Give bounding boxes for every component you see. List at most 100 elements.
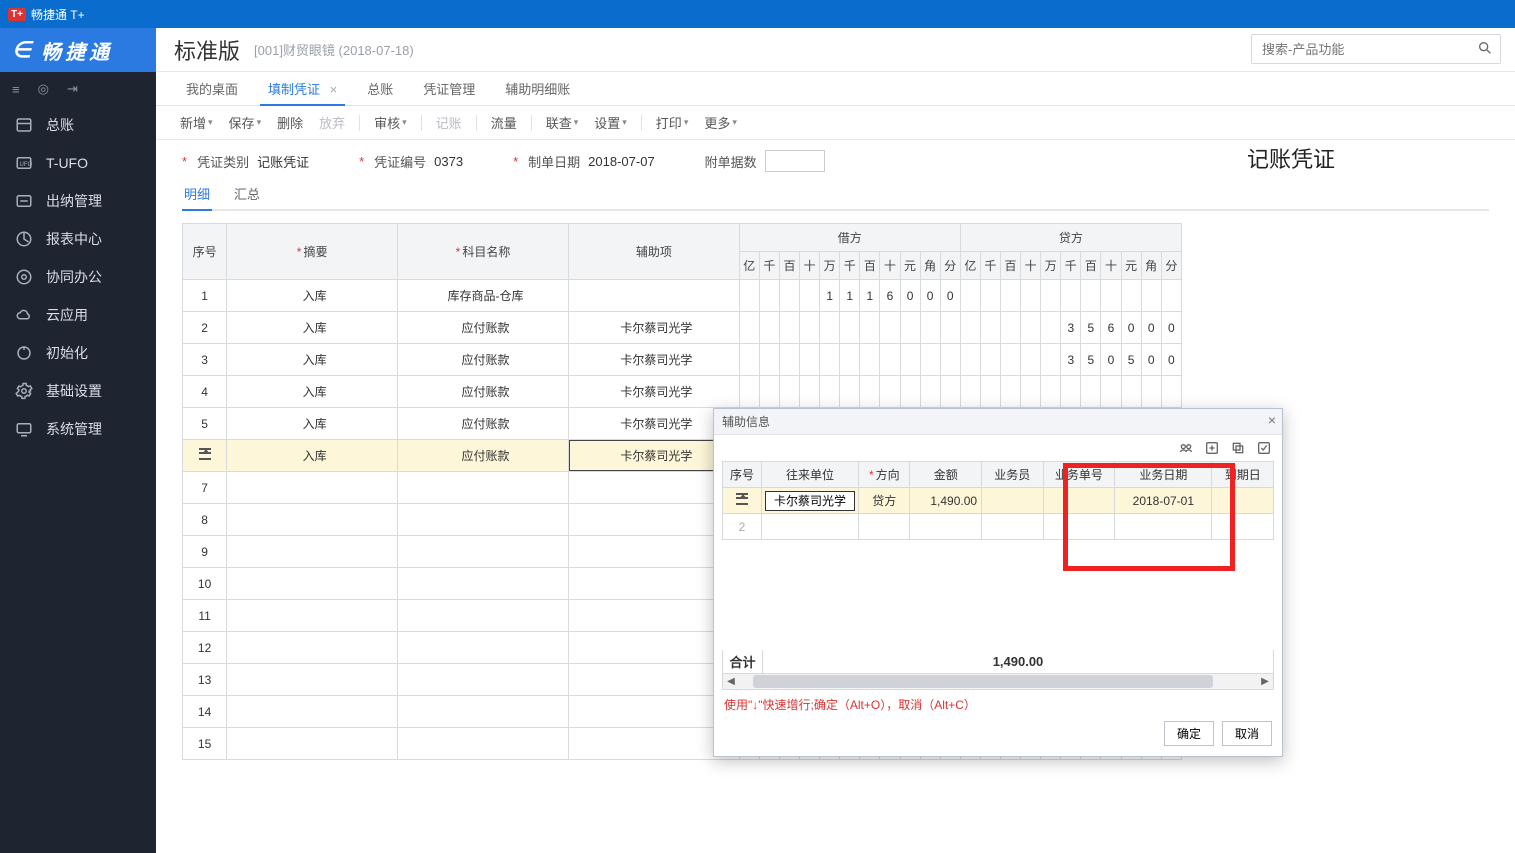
cell-credit-digit[interactable] (980, 280, 1000, 312)
cell-credit-digit[interactable] (1081, 280, 1101, 312)
cell-debit-digit[interactable] (739, 312, 759, 344)
tab-voucher-mgmt[interactable]: 凭证管理 (411, 71, 487, 105)
dialog-title-bar[interactable]: 辅助信息 × (714, 409, 1282, 435)
cell-account[interactable] (398, 568, 569, 600)
dialog-hscroll[interactable]: ◀ ▶ (722, 674, 1274, 690)
subtab-detail[interactable]: 明细 (182, 178, 212, 211)
cell-credit-digit[interactable] (1021, 344, 1041, 376)
delete-button[interactable]: 删除 (271, 109, 309, 136)
post-button[interactable]: 记账 (430, 109, 468, 136)
sidebar-item-init[interactable]: 初始化 (0, 334, 156, 372)
cell-debit-digit[interactable] (920, 376, 940, 408)
cell-abstract[interactable] (227, 600, 398, 632)
audit-button[interactable]: 审核▾ (368, 109, 413, 136)
dialog-tool-icon[interactable] (1204, 440, 1220, 456)
sidebar-item-basic[interactable]: 基础设置 (0, 372, 156, 410)
cell-debit-digit[interactable] (759, 312, 779, 344)
cell-credit-digit[interactable]: 6 (1101, 312, 1121, 344)
cell-credit-digit[interactable]: 5 (1121, 344, 1141, 376)
cell-seq[interactable]: 4 (183, 376, 227, 408)
d-cell-seq[interactable]: 2 (723, 514, 762, 540)
cell-debit-digit[interactable] (900, 312, 920, 344)
cell-abstract[interactable] (227, 728, 398, 760)
cell-abstract[interactable]: 入库 (227, 376, 398, 408)
cell-seq[interactable]: 2 (183, 312, 227, 344)
cell-debit-digit[interactable] (759, 344, 779, 376)
cell-account[interactable] (398, 600, 569, 632)
cell-debit-digit[interactable] (739, 280, 759, 312)
cell-debit-digit[interactable] (779, 376, 799, 408)
cell-credit-digit[interactable] (1101, 376, 1121, 408)
cell-account[interactable]: 应付账款 (398, 344, 569, 376)
cell-credit-digit[interactable] (1041, 312, 1061, 344)
discard-button[interactable]: 放弃 (313, 109, 351, 136)
cell-account[interactable] (398, 632, 569, 664)
subtab-summary[interactable]: 汇总 (232, 178, 262, 209)
cell-account[interactable]: 库存商品-仓库 (398, 280, 569, 312)
cell-credit-digit[interactable] (1000, 376, 1020, 408)
table-row[interactable]: 1入库库存商品-仓库1116000 (183, 280, 1182, 312)
sidebar-item-report[interactable]: 报表中心 (0, 220, 156, 258)
setting-button[interactable]: 设置▾ (588, 109, 633, 136)
cell-debit-digit[interactable] (739, 376, 759, 408)
cell-debit-digit[interactable] (779, 312, 799, 344)
cell-debit-digit[interactable] (940, 312, 960, 344)
cell-debit-digit[interactable] (840, 344, 860, 376)
cell-debit-digit[interactable] (840, 312, 860, 344)
save-button[interactable]: 保存▾ (223, 109, 268, 136)
table-row[interactable]: 3入库应付账款卡尔蔡司光学350500 (183, 344, 1182, 376)
cell-credit-digit[interactable] (1041, 376, 1061, 408)
cell-credit-digit[interactable]: 0 (1121, 312, 1141, 344)
cell-credit-digit[interactable] (960, 312, 980, 344)
cell-credit-digit[interactable] (1081, 376, 1101, 408)
close-icon[interactable]: × (1268, 412, 1276, 428)
cell-abstract[interactable] (227, 664, 398, 696)
cell-seq[interactable]: 1 (183, 280, 227, 312)
cancel-button[interactable]: 取消 (1222, 721, 1272, 746)
tab-ledger[interactable]: 总账 (355, 71, 405, 105)
cell-debit-digit[interactable]: 0 (920, 280, 940, 312)
d-cell-due[interactable] (1212, 488, 1274, 514)
cell-account[interactable] (398, 472, 569, 504)
attachments-input[interactable] (765, 150, 825, 172)
cell-credit-digit[interactable] (1061, 280, 1081, 312)
sidebar-item-cashier[interactable]: 出纳管理 (0, 182, 156, 220)
menu-icon[interactable]: ≡ (12, 82, 20, 97)
cell-debit-digit[interactable] (920, 344, 940, 376)
cell-abstract[interactable] (227, 632, 398, 664)
cell-seq[interactable]: 7 (183, 472, 227, 504)
new-button[interactable]: 新增▾ (174, 109, 219, 136)
cell-debit-digit[interactable] (800, 312, 820, 344)
link-button[interactable]: 联查▾ (540, 109, 585, 136)
cell-credit-digit[interactable] (1141, 280, 1161, 312)
d-cell-bizdate[interactable]: 2018-07-01 (1115, 488, 1212, 514)
cell-account[interactable] (398, 664, 569, 696)
cell-debit-digit[interactable] (800, 376, 820, 408)
cell-debit-digit[interactable] (900, 344, 920, 376)
cell-aux[interactable]: 卡尔蔡司光学 (568, 376, 739, 408)
cell-debit-digit[interactable]: 0 (900, 280, 920, 312)
cell-account[interactable] (398, 696, 569, 728)
sidebar-item-ledger[interactable]: 总账 (0, 106, 156, 144)
scroll-right-icon[interactable]: ▶ (1257, 674, 1273, 689)
cell-debit-digit[interactable]: 1 (840, 280, 860, 312)
d-cell-amount[interactable]: 1,490.00 (910, 488, 982, 514)
dialog-row[interactable]: 2 (723, 514, 1274, 540)
print-button[interactable]: 打印▾ (650, 109, 695, 136)
dialog-tool-icon[interactable] (1256, 440, 1272, 456)
cell-abstract[interactable]: 入库 (227, 408, 398, 440)
cell-abstract[interactable] (227, 472, 398, 504)
cell-credit-digit[interactable]: 3 (1061, 312, 1081, 344)
cell-account[interactable]: 应付账款 (398, 408, 569, 440)
cell-credit-digit[interactable] (1041, 344, 1061, 376)
d-cell-bizno[interactable] (1043, 488, 1115, 514)
cell-debit-digit[interactable] (940, 376, 960, 408)
cell-credit-digit[interactable]: 5 (1081, 312, 1101, 344)
scroll-left-icon[interactable]: ◀ (723, 674, 739, 689)
cell-debit-digit[interactable]: 0 (940, 280, 960, 312)
d-cell-dir[interactable]: 贷方 (859, 488, 910, 514)
cell-account[interactable] (398, 728, 569, 760)
cell-credit-digit[interactable]: 5 (1081, 344, 1101, 376)
cell-aux[interactable] (568, 280, 739, 312)
cell-credit-digit[interactable] (1141, 376, 1161, 408)
